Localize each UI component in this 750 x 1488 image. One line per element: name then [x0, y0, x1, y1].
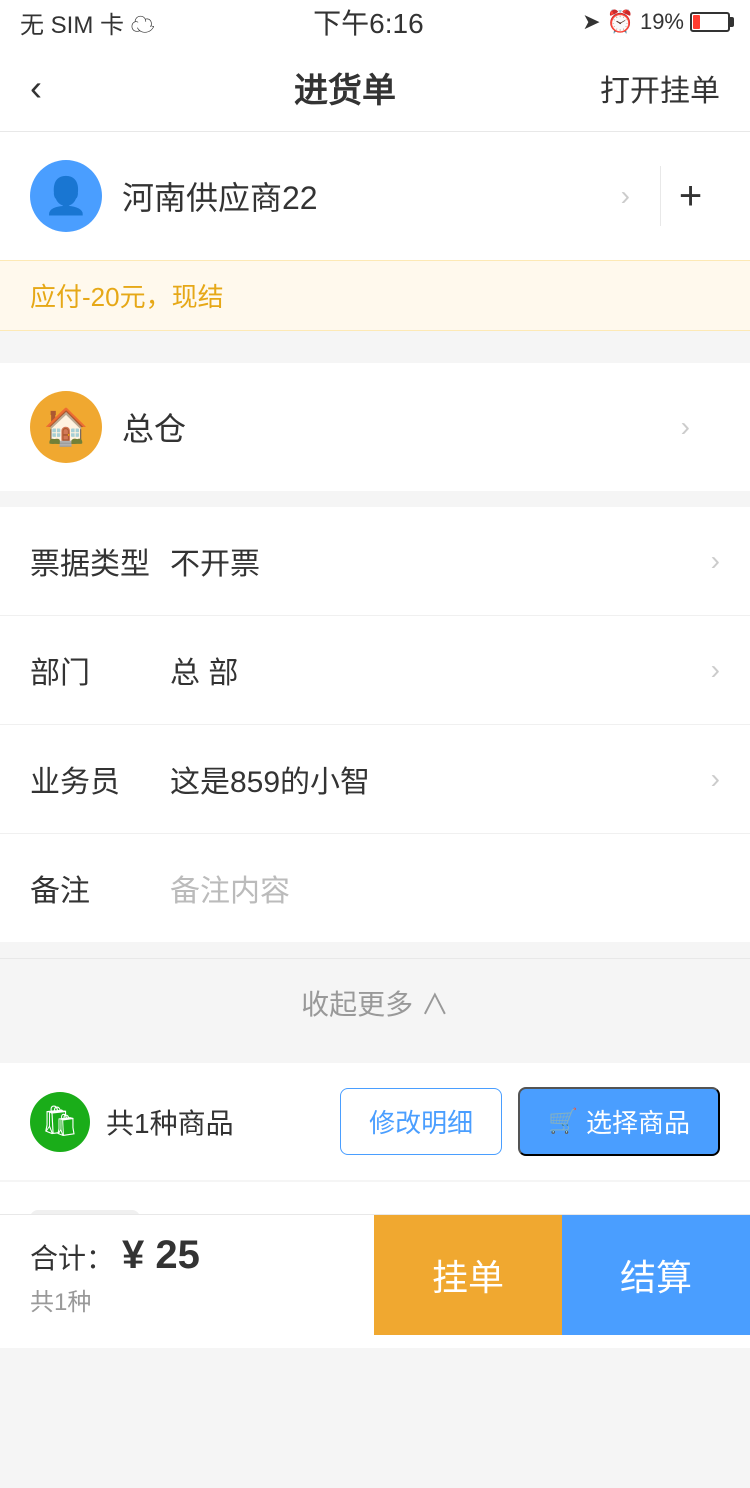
chevron-right-icon: › [711, 654, 720, 686]
warehouse-name: 总仓 [122, 404, 681, 450]
page-title: 进货单 [294, 63, 396, 112]
user-icon: 👤 [44, 175, 89, 217]
cart-bag-icon: 🛍 [41, 1104, 79, 1139]
form-section: 票据类型 不开票 › 部门 总 部 › 业务员 这是859的小智 › 备注 备注… [0, 507, 750, 942]
dept-label: 部门 [30, 648, 150, 692]
staff-row[interactable]: 业务员 这是859的小智 › [0, 725, 750, 834]
location-icon: ➤ [582, 9, 600, 35]
total-amount: ¥ 25 [122, 1233, 200, 1278]
supplier-warning: 应付-20元，现结 [0, 260, 750, 331]
chevron-right-icon: › [681, 411, 690, 443]
back-button[interactable]: ‹ [30, 67, 90, 109]
product-count-icon: 🛍 [30, 1092, 90, 1152]
total-text: 合计： [30, 1237, 114, 1277]
supplier-name: 河南供应商22 [122, 173, 621, 219]
select-product-label: 选择商品 [586, 1103, 690, 1140]
invoice-row[interactable]: 票据类型 不开票 › [0, 507, 750, 616]
supplier-section: 👤 河南供应商22 › + 应付-20元，现结 [0, 132, 750, 331]
cart-icon: 🛒 [548, 1107, 578, 1136]
supplier-avatar: 👤 [30, 160, 102, 232]
edit-detail-button[interactable]: 修改明细 [340, 1088, 502, 1155]
status-left: 无 SIM 卡 ☁ [20, 5, 155, 40]
select-product-button[interactable]: 🛒 选择商品 [518, 1087, 720, 1156]
add-supplier-button[interactable]: + [660, 166, 720, 226]
status-bar: 无 SIM 卡 ☁ 下午6:16 ➤ ⏰ 19% [0, 0, 750, 44]
supplier-row[interactable]: 👤 河南供应商22 › + [0, 132, 750, 260]
pending-button[interactable]: 挂单 [374, 1215, 562, 1335]
invoice-value: 不开票 [170, 539, 711, 583]
staff-value: 这是859的小智 [170, 757, 711, 801]
nav-bar: ‹ 进货单 打开挂单 [0, 44, 750, 132]
open-pending-button[interactable]: 打开挂单 [600, 66, 720, 110]
bottom-bar: 合计： ¥ 25 共1种 挂单 结算 [0, 1214, 750, 1334]
staff-label: 业务员 [30, 757, 150, 801]
battery-icon [690, 12, 730, 32]
chevron-right-icon: › [621, 180, 630, 212]
remark-label: 备注 [30, 866, 150, 910]
status-time: 下午6:16 [313, 2, 424, 42]
product-toolbar: 🛍 共1种商品 修改明细 🛒 选择商品 [0, 1063, 750, 1180]
warehouse-icon: 🏠 [44, 406, 89, 448]
warehouse-section[interactable]: 🏠 总仓 › [0, 347, 750, 491]
chevron-right-icon: › [711, 763, 720, 795]
alarm-icon: ⏰ [607, 9, 634, 35]
plus-icon: + [679, 174, 702, 219]
checkout-button[interactable]: 结算 [562, 1215, 750, 1335]
sim-label: 无 SIM 卡 ☁ [20, 5, 155, 40]
remark-row[interactable]: 备注 备注内容 [0, 834, 750, 942]
total-count: 共1种 [30, 1282, 344, 1317]
status-right: ➤ ⏰ 19% [582, 9, 730, 35]
remark-placeholder: 备注内容 [170, 866, 720, 910]
total-label: 合计： ¥ 25 [30, 1233, 344, 1278]
dept-value: 总 部 [170, 648, 711, 692]
warehouse-icon-wrap: 🏠 [30, 391, 102, 463]
product-count-label: 共1种商品 [106, 1102, 340, 1142]
dept-row[interactable]: 部门 总 部 › [0, 616, 750, 725]
total-section: 合计： ¥ 25 共1种 [0, 1233, 374, 1317]
chevron-right-icon: › [711, 545, 720, 577]
collapse-toggle[interactable]: 收起更多 ∧ [0, 958, 750, 1047]
battery-label: 19% [640, 9, 684, 35]
invoice-label: 票据类型 [30, 539, 150, 583]
